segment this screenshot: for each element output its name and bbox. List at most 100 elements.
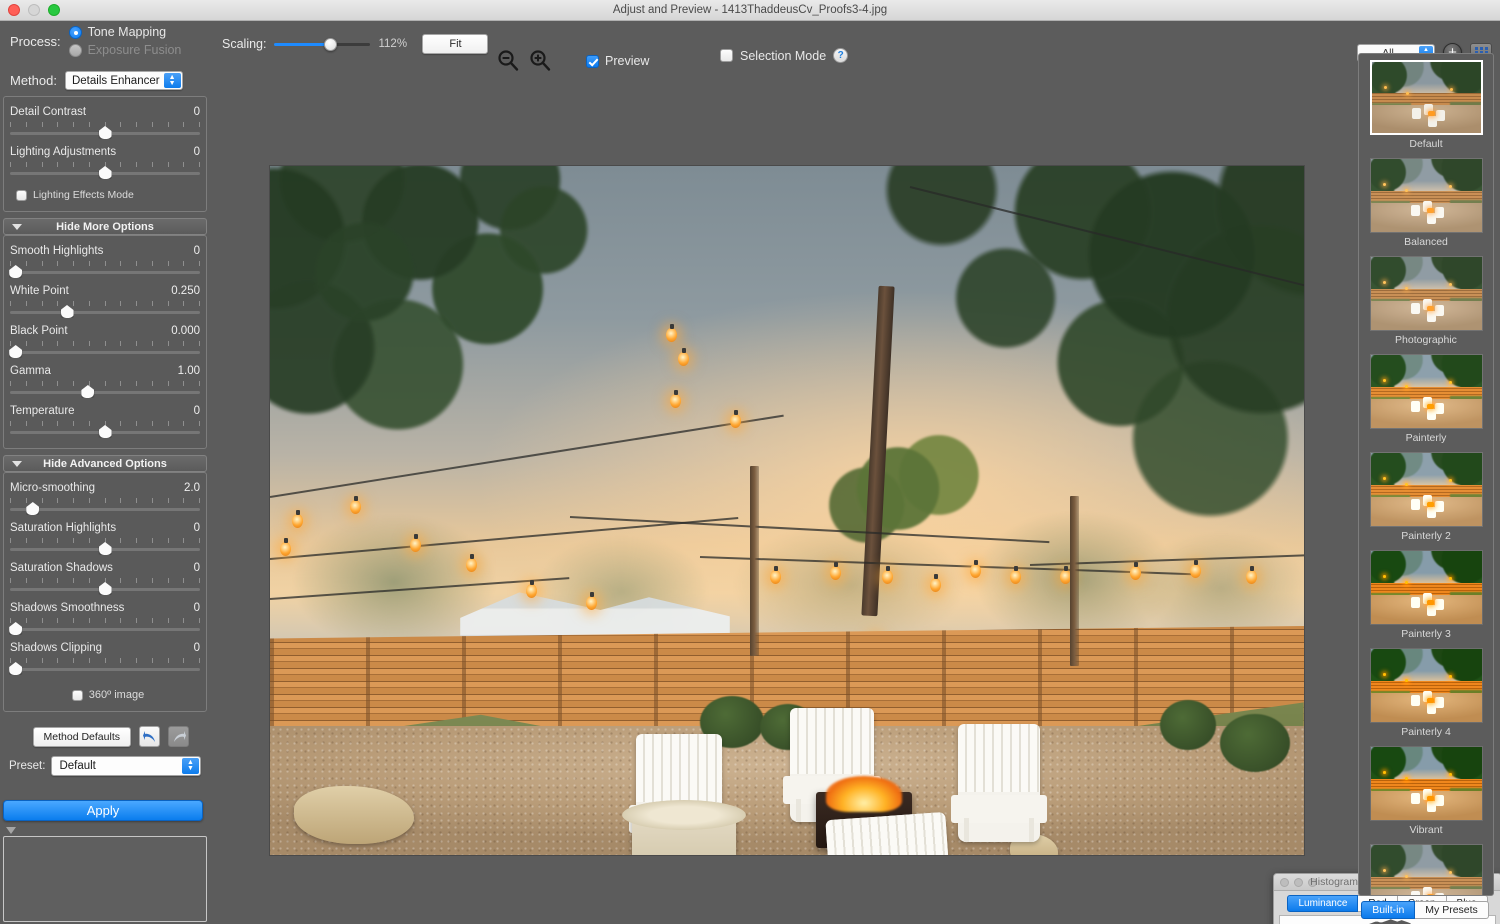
undo-arrow-icon[interactable] bbox=[139, 726, 160, 747]
slider-track-wrap[interactable] bbox=[9, 340, 200, 360]
slider-handle[interactable] bbox=[9, 622, 23, 635]
preset-thumbnail[interactable] bbox=[1369, 648, 1483, 723]
zoom-in-icon[interactable] bbox=[528, 49, 552, 78]
scaling-slider-knob[interactable] bbox=[323, 38, 337, 51]
preset-item-balanced[interactable]: Balanced bbox=[1359, 152, 1493, 250]
method-defaults-button[interactable]: Method Defaults bbox=[32, 726, 131, 747]
preset-thumbnail[interactable] bbox=[1369, 158, 1483, 233]
slider-handle[interactable] bbox=[9, 265, 23, 278]
image-360-checkbox[interactable] bbox=[71, 689, 83, 701]
slider-white-point[interactable]: White Point 0.250 bbox=[10, 280, 200, 320]
preset-thumbnail[interactable] bbox=[1369, 452, 1483, 527]
preset-item-painterly-4[interactable]: Painterly 4 bbox=[1359, 642, 1493, 740]
slider-label: White Point bbox=[10, 285, 69, 297]
preset-item-painterly[interactable]: Painterly bbox=[1359, 348, 1493, 446]
slider-track-wrap[interactable] bbox=[10, 420, 200, 440]
slider-handle[interactable] bbox=[98, 425, 112, 438]
slider-lighting-adjustments[interactable]: Lighting Adjustments 0 bbox=[10, 141, 200, 181]
slider-shadows-smoothness[interactable]: Shadows Smoothness 0 bbox=[9, 597, 200, 637]
preset-item-painterly-3[interactable]: Painterly 3 bbox=[1359, 544, 1493, 642]
preset-thumbnail[interactable] bbox=[1369, 746, 1483, 821]
radio-icon-selected[interactable] bbox=[68, 25, 82, 39]
radio-exposure-fusion[interactable]: Exposure Fusion bbox=[68, 43, 181, 57]
slider-saturation-shadows[interactable]: Saturation Shadows 0 bbox=[10, 557, 200, 597]
fit-button[interactable]: Fit bbox=[422, 34, 489, 54]
radio-icon-unselected[interactable] bbox=[68, 43, 82, 57]
slider-handle[interactable] bbox=[60, 305, 74, 318]
selection-mode-toggle[interactable]: Selection Mode ? bbox=[720, 48, 849, 63]
slider-track-wrap[interactable] bbox=[10, 161, 200, 181]
preset-thumbnail[interactable] bbox=[1369, 60, 1483, 135]
slider-handle[interactable] bbox=[98, 126, 112, 139]
selection-mode-checkbox[interactable] bbox=[720, 49, 733, 62]
slider-track-wrap[interactable] bbox=[9, 657, 200, 677]
advanced-options-header[interactable]: Hide Advanced Options bbox=[3, 455, 207, 472]
preset-item-partial-8[interactable] bbox=[1359, 838, 1493, 895]
window-controls[interactable] bbox=[0, 4, 60, 16]
slider-handle[interactable] bbox=[9, 662, 23, 675]
preview-toggle[interactable]: Preview bbox=[586, 54, 649, 68]
slider-gamma[interactable]: Gamma 1.00 bbox=[10, 360, 200, 400]
slider-track-wrap[interactable] bbox=[10, 380, 200, 400]
slider-handle[interactable] bbox=[98, 166, 112, 179]
preview-checkbox[interactable] bbox=[586, 54, 599, 68]
preview-image[interactable] bbox=[270, 166, 1304, 855]
slider-black-point[interactable]: Black Point 0.000 bbox=[9, 320, 200, 360]
slider-track-wrap[interactable] bbox=[10, 497, 200, 517]
zoom-button[interactable] bbox=[48, 4, 60, 16]
slider-shadows-clipping[interactable]: Shadows Clipping 0 bbox=[9, 637, 200, 677]
presets-tab-my-presets[interactable]: My Presets bbox=[1415, 901, 1489, 919]
photo-string-light-bulb bbox=[292, 510, 303, 528]
minimize-button[interactable] bbox=[28, 4, 40, 16]
slider-handle[interactable] bbox=[9, 345, 23, 358]
slider-tick bbox=[10, 618, 11, 623]
slider-handle[interactable] bbox=[26, 502, 40, 515]
lighting-effects-mode-checkbox[interactable] bbox=[16, 189, 27, 201]
slider-temperature[interactable]: Temperature 0 bbox=[10, 400, 200, 440]
histogram-tab-luminance[interactable]: Luminance bbox=[1287, 895, 1359, 912]
preset-thumbnail[interactable] bbox=[1369, 354, 1483, 429]
slider-track-wrap[interactable] bbox=[9, 260, 200, 280]
slider-value: 0 bbox=[193, 602, 200, 614]
slider-handle[interactable] bbox=[98, 582, 112, 595]
preset-thumbnail[interactable] bbox=[1369, 256, 1483, 331]
preset-item-vibrant[interactable]: Vibrant bbox=[1359, 740, 1493, 838]
presets-tab-built-in[interactable]: Built-in bbox=[1361, 901, 1416, 919]
preset-item-photographic[interactable]: Photographic bbox=[1359, 250, 1493, 348]
slider-micro-smoothing[interactable]: Micro-smoothing 2.0 bbox=[10, 477, 200, 517]
more-options-header[interactable]: Hide More Options bbox=[3, 218, 207, 235]
slider-saturation-highlights[interactable]: Saturation Highlights 0 bbox=[10, 517, 200, 557]
slider-track-wrap[interactable] bbox=[10, 121, 200, 141]
preset-thumbnail[interactable] bbox=[1369, 844, 1483, 895]
slider-track-wrap[interactable] bbox=[10, 300, 200, 320]
zoom-out-icon[interactable] bbox=[496, 49, 520, 78]
radio-tone-mapping[interactable]: Tone Mapping bbox=[68, 25, 182, 39]
slider-detail-contrast[interactable]: Detail Contrast 0 bbox=[10, 101, 200, 141]
process-radio-group[interactable]: Tone Mapping Exposure Fusion bbox=[68, 25, 182, 57]
help-icon[interactable]: ? bbox=[833, 48, 849, 63]
slider-track-wrap[interactable] bbox=[10, 537, 200, 557]
preset-item-painterly-2[interactable]: Painterly 2 bbox=[1359, 446, 1493, 544]
apply-button[interactable]: Apply bbox=[3, 800, 203, 821]
preview-canvas-area[interactable]: Histogram - 1413ThaddeusCv_... Luminance… bbox=[210, 96, 1500, 924]
slider-handle[interactable] bbox=[98, 542, 112, 555]
slider-track-wrap[interactable] bbox=[9, 617, 200, 637]
presets-list-container[interactable]: Default Balanced Photographic Painterly Pain… bbox=[1358, 53, 1494, 896]
slider-tick bbox=[167, 618, 169, 623]
presets-source-tabs[interactable]: Built-in My Presets bbox=[1350, 901, 1500, 919]
close-button[interactable] bbox=[8, 4, 20, 16]
redo-arrow-icon[interactable] bbox=[168, 726, 189, 747]
method-select[interactable]: Details Enhancer ▲ ▼ bbox=[64, 71, 183, 90]
preset-select[interactable]: Default ▲ ▼ bbox=[51, 756, 201, 776]
image-360-toggle[interactable]: 360º image bbox=[10, 677, 200, 703]
bottom-disclosure-triangle-icon[interactable] bbox=[6, 827, 16, 834]
lighting-effects-mode-toggle[interactable]: Lighting Effects Mode bbox=[10, 181, 200, 203]
presets-scroll[interactable]: Default Balanced Photographic Painterly Pain… bbox=[1359, 54, 1493, 895]
slider-smooth-highlights[interactable]: Smooth Highlights 0 bbox=[9, 240, 200, 280]
slider-handle[interactable] bbox=[81, 385, 95, 398]
preset-thumbnail[interactable] bbox=[1369, 550, 1483, 625]
preset-item-default[interactable]: Default bbox=[1359, 54, 1493, 152]
scaling-slider[interactable] bbox=[274, 36, 371, 52]
photo-string-light-bulb bbox=[526, 580, 537, 598]
slider-track-wrap[interactable] bbox=[10, 577, 200, 597]
